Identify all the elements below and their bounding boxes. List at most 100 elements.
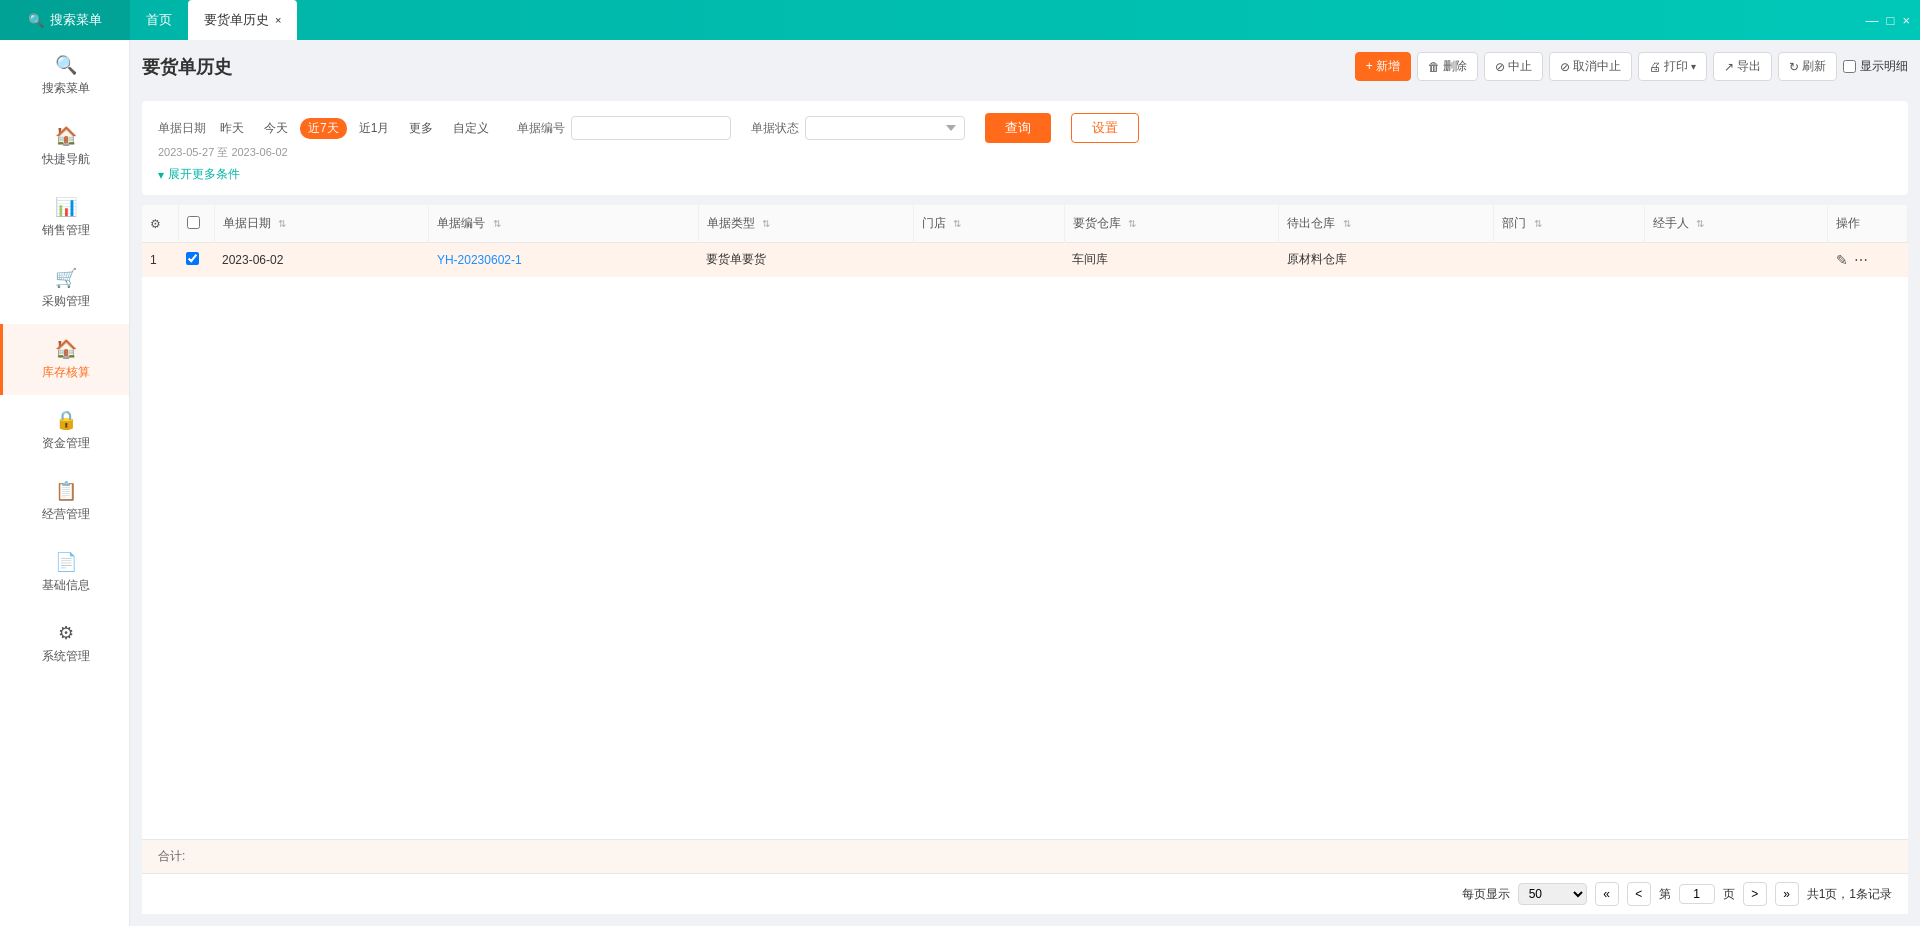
main-layout: 🔍 搜索菜单 🏠 快捷导航 📊 销售管理 🛒 采购管理 🏠 库存核算 🔒 资金管… bbox=[0, 40, 1920, 926]
refresh-btn-label: 刷新 bbox=[1802, 58, 1826, 75]
row-actions: ✎ ⋯ bbox=[1828, 243, 1908, 277]
operations-icon: 📋 bbox=[55, 480, 77, 502]
row-order-no: YH-20230602-1 bbox=[429, 243, 698, 277]
col-dept-sort-icon: ⇅ bbox=[1534, 218, 1542, 229]
data-table: ⚙ 单据日期 ⇅ 单据编号 ⇅ bbox=[142, 205, 1908, 277]
minimize-btn[interactable]: — bbox=[1866, 13, 1879, 28]
sidebar-item-system[interactable]: ⚙ 系统管理 bbox=[0, 608, 129, 679]
date-btn-custom[interactable]: 自定义 bbox=[445, 118, 497, 139]
sidebar-item-quick-nav-label: 快捷导航 bbox=[42, 151, 90, 168]
delete-button[interactable]: 🗑 删除 bbox=[1417, 52, 1478, 81]
edit-icon[interactable]: ✎ bbox=[1836, 252, 1848, 268]
setting-button[interactable]: 设置 bbox=[1071, 113, 1139, 143]
query-button[interactable]: 查询 bbox=[985, 113, 1051, 143]
sidebar-item-base-info[interactable]: 📄 基础信息 bbox=[0, 537, 129, 608]
table-head: ⚙ 单据日期 ⇅ 单据编号 ⇅ bbox=[142, 205, 1908, 243]
show-detail-input[interactable] bbox=[1843, 60, 1856, 73]
sidebar-item-finance-label: 资金管理 bbox=[42, 435, 90, 452]
total-label: 共1页，1条记录 bbox=[1807, 886, 1892, 903]
col-req-warehouse-sort-icon: ⇅ bbox=[1128, 218, 1136, 229]
more-icon[interactable]: ⋯ bbox=[1854, 252, 1868, 268]
export-btn-label: 导出 bbox=[1737, 58, 1761, 75]
table-container: ⚙ 单据日期 ⇅ 单据编号 ⇅ bbox=[142, 205, 1908, 873]
sidebar-item-quick-nav[interactable]: 🏠 快捷导航 bbox=[0, 111, 129, 182]
status-label: 单据状态 bbox=[751, 120, 799, 137]
col-req-warehouse[interactable]: 要货仓库 ⇅ bbox=[1064, 205, 1279, 243]
col-store[interactable]: 门店 ⇅ bbox=[913, 205, 1064, 243]
export-button[interactable]: ↗ 导出 bbox=[1713, 52, 1772, 81]
sidebar-item-inventory[interactable]: 🏠 库存核算 bbox=[0, 324, 129, 395]
sidebar-item-sales[interactable]: 📊 销售管理 bbox=[0, 182, 129, 253]
search-icon: 🔍 bbox=[28, 13, 44, 28]
stop-btn-label: 中止 bbox=[1508, 58, 1532, 75]
last-page-btn[interactable]: » bbox=[1775, 882, 1799, 906]
cancel-stop-icon: ⊘ bbox=[1560, 60, 1570, 74]
row-select-checkbox[interactable] bbox=[186, 252, 199, 265]
new-button[interactable]: + 新增 bbox=[1355, 52, 1411, 81]
date-btn-today[interactable]: 今天 bbox=[256, 118, 296, 139]
order-no-link[interactable]: YH-20230602-1 bbox=[437, 253, 522, 267]
table-spacer bbox=[142, 277, 1908, 839]
sidebar-item-purchase[interactable]: 🛒 采购管理 bbox=[0, 253, 129, 324]
expand-more-btn[interactable]: ▾ 展开更多条件 bbox=[158, 166, 1892, 183]
col-settings[interactable]: ⚙ bbox=[142, 205, 178, 243]
print-chevron-icon: ▾ bbox=[1691, 61, 1696, 72]
next-page-btn[interactable]: > bbox=[1743, 882, 1767, 906]
col-type[interactable]: 单据类型 ⇅ bbox=[698, 205, 913, 243]
cancel-stop-button[interactable]: ⊘ 取消中止 bbox=[1549, 52, 1632, 81]
first-page-btn[interactable]: « bbox=[1595, 882, 1619, 906]
select-all-checkbox[interactable] bbox=[187, 216, 200, 229]
date-btn-yesterday[interactable]: 昨天 bbox=[212, 118, 252, 139]
table-row[interactable]: 1 2023-06-02 YH-20230602-1 要货单要货 车间库 原材料… bbox=[142, 243, 1908, 277]
date-btn-7days[interactable]: 近7天 bbox=[300, 118, 347, 139]
sidebar-item-search[interactable]: 🔍 搜索菜单 bbox=[0, 40, 129, 111]
finance-icon: 🔒 bbox=[55, 409, 77, 431]
page-prefix-label: 第 bbox=[1659, 886, 1671, 903]
page-suffix-label: 页 bbox=[1723, 886, 1735, 903]
per-page-label: 每页显示 bbox=[1462, 886, 1510, 903]
action-icons-group: ✎ ⋯ bbox=[1836, 252, 1900, 268]
expand-more-label: 展开更多条件 bbox=[168, 166, 240, 183]
prev-page-btn[interactable]: < bbox=[1627, 882, 1651, 906]
system-icon: ⚙ bbox=[58, 622, 74, 644]
col-no[interactable]: 单据编号 ⇅ bbox=[429, 205, 698, 243]
purchase-icon: 🛒 bbox=[55, 267, 77, 289]
date-btn-more[interactable]: 更多 bbox=[401, 118, 441, 139]
close-btn[interactable]: × bbox=[1902, 13, 1910, 28]
sales-icon: 📊 bbox=[55, 196, 77, 218]
col-date[interactable]: 单据日期 ⇅ bbox=[214, 205, 429, 243]
date-filter-label: 单据日期 bbox=[158, 120, 206, 137]
refresh-button[interactable]: ↻ 刷新 bbox=[1778, 52, 1837, 81]
status-select[interactable] bbox=[805, 116, 965, 140]
tab-close-btn[interactable]: × bbox=[275, 14, 281, 26]
per-page-select[interactable]: 50 100 bbox=[1518, 883, 1587, 905]
col-store-sort-icon: ⇅ bbox=[953, 218, 961, 229]
date-btn-1month[interactable]: 近1月 bbox=[351, 118, 398, 139]
col-checkbox[interactable] bbox=[178, 205, 214, 243]
stop-button[interactable]: ⊘ 中止 bbox=[1484, 52, 1543, 81]
col-department[interactable]: 部门 ⇅ bbox=[1494, 205, 1645, 243]
search-menu-btn[interactable]: 🔍 搜索菜单 bbox=[0, 0, 130, 40]
page-number-input[interactable] bbox=[1679, 884, 1715, 904]
top-nav-bar: 🔍 搜索菜单 首页 要货单历史 × — □ × bbox=[0, 0, 1920, 40]
col-pending-warehouse[interactable]: 待出仓库 ⇅ bbox=[1279, 205, 1494, 243]
show-detail-checkbox[interactable]: 显示明细 bbox=[1843, 58, 1908, 75]
order-no-filter: 单据编号 bbox=[517, 116, 731, 140]
toolbar: + 新增 🗑 删除 ⊘ 中止 ⊘ 取消中止 🖨 打印 ▾ bbox=[1355, 52, 1908, 81]
maximize-btn[interactable]: □ bbox=[1887, 13, 1895, 28]
tab-home[interactable]: 首页 bbox=[130, 0, 188, 40]
print-icon: 🖨 bbox=[1649, 60, 1661, 74]
new-btn-label: + 新增 bbox=[1366, 58, 1400, 75]
delete-icon: 🗑 bbox=[1428, 60, 1440, 74]
col-handler[interactable]: 经手人 ⇅ bbox=[1645, 205, 1828, 243]
sidebar: 🔍 搜索菜单 🏠 快捷导航 📊 销售管理 🛒 采购管理 🏠 库存核算 🔒 资金管… bbox=[0, 40, 130, 926]
row-type: 要货单要货 bbox=[698, 243, 913, 277]
sidebar-item-finance[interactable]: 🔒 资金管理 bbox=[0, 395, 129, 466]
search-menu-label: 搜索菜单 bbox=[50, 11, 102, 29]
sidebar-item-operations[interactable]: 📋 经营管理 bbox=[0, 466, 129, 537]
order-no-input[interactable] bbox=[571, 116, 731, 140]
tab-order-history[interactable]: 要货单历史 × bbox=[188, 0, 297, 40]
row-checkbox[interactable] bbox=[178, 243, 214, 277]
print-button[interactable]: 🖨 打印 ▾ bbox=[1638, 52, 1707, 81]
filter-area: 单据日期 昨天 今天 近7天 近1月 更多 自定义 单据编号 bbox=[142, 101, 1908, 195]
